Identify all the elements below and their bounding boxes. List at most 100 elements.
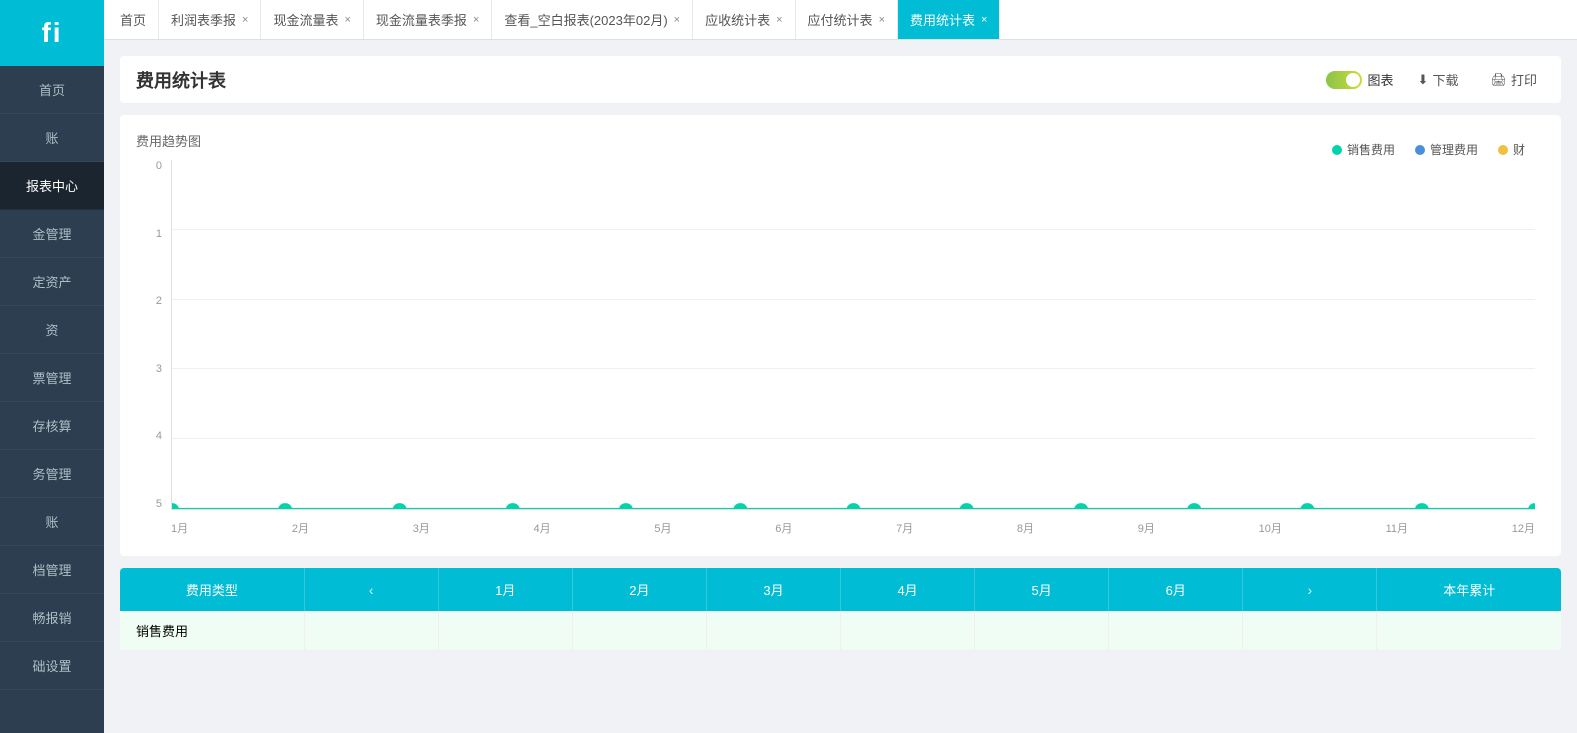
tab-cashflow-quarterly[interactable]: 现金流量表季报 × <box>364 0 492 40</box>
expense-table: 费用类型 ‹ 1月 2月 3月 4月 5月 6月 › 本年累计 销售费用 <box>120 568 1561 651</box>
legend-item-finance: 财 <box>1498 141 1525 158</box>
td-jan-val <box>439 611 573 650</box>
tab-close-icon[interactable]: × <box>674 14 680 26</box>
legend-item-sales: 销售费用 <box>1332 141 1395 158</box>
th-may: 5月 <box>975 568 1109 611</box>
th-type-label: 费用类型 <box>186 580 238 599</box>
x-label-jun: 6月 <box>775 520 792 536</box>
td-jun-val <box>1109 611 1243 650</box>
prev-month-button[interactable]: ‹ <box>369 582 374 598</box>
x-label-nov: 11月 <box>1386 520 1408 536</box>
sidebar-item-invoice[interactable]: 票管理 <box>0 354 104 402</box>
td-year-total-val <box>1377 611 1561 650</box>
x-label-oct: 10月 <box>1259 520 1282 536</box>
download-label: 下载 <box>1432 70 1458 89</box>
td-type-sales: 销售费用 <box>120 611 305 650</box>
sidebar-item-service[interactable]: 务管理 <box>0 450 104 498</box>
sidebar-item-settings[interactable]: 础设置 <box>0 642 104 690</box>
tab-cashflow[interactable]: 现金流量表 × <box>261 0 363 40</box>
legend-dot-admin <box>1415 145 1425 155</box>
tab-receivable[interactable]: 应收统计表 × <box>693 0 795 40</box>
x-label-apr: 4月 <box>534 520 551 536</box>
chart-plot-area <box>171 160 1535 510</box>
main-area: 首页 利润表季报 × 现金流量表 × 现金流量表季报 × 查看_空白报表(202… <box>104 0 1577 733</box>
x-label-may: 5月 <box>654 520 671 536</box>
sidebar-item-assets[interactable]: 定资产 <box>0 258 104 306</box>
tab-payable[interactable]: 应付统计表 × <box>796 0 898 40</box>
chart-container: 5 4 3 2 1 0 <box>136 160 1545 540</box>
tab-expense-stats[interactable]: 费用统计表 × <box>898 0 1000 40</box>
sidebar-item-home[interactable]: 首页 <box>0 66 104 114</box>
tab-close-icon[interactable]: × <box>879 14 885 26</box>
chart-legend: 销售费用 管理费用 财 <box>1332 141 1525 158</box>
sidebar: fi 首页 账 报表中心 金管理 定资产 资 票管理 存核算 务管理 账 档管理… <box>0 0 104 733</box>
y-label-1: 1 <box>136 228 166 240</box>
chart-toggle-wrap[interactable]: 图表 <box>1326 70 1394 89</box>
legend-dot-sales <box>1332 145 1342 155</box>
legend-label-admin: 管理费用 <box>1430 141 1478 158</box>
sidebar-item-inventory[interactable]: 存核算 <box>0 402 104 450</box>
next-month-button[interactable]: › <box>1308 582 1313 598</box>
x-label-aug: 8月 <box>1017 520 1034 536</box>
sidebar-item-account[interactable]: 账 <box>0 114 104 162</box>
tab-profit-quarterly[interactable]: 利润表季报 × <box>159 0 261 40</box>
tab-close-icon[interactable]: × <box>981 14 987 26</box>
tab-close-icon[interactable]: × <box>776 14 782 26</box>
td-nav-prev <box>305 611 439 650</box>
sidebar-item-reports[interactable]: 报表中心 <box>0 162 104 210</box>
th-mar: 3月 <box>707 568 841 611</box>
y-axis: 5 4 3 2 1 0 <box>136 160 166 510</box>
x-label-sep: 9月 <box>1138 520 1155 536</box>
th-jan: 1月 <box>439 568 573 611</box>
y-label-4: 4 <box>136 430 166 442</box>
tab-blank-report[interactable]: 查看_空白报表(2023年02月) × <box>492 0 693 40</box>
x-axis: 1月 2月 3月 4月 5月 6月 7月 8月 9月 10月 11月 12月 <box>171 516 1535 540</box>
sidebar-logo: fi <box>0 0 104 66</box>
content-area: 费用统计表 图表 ⬇ 下载 🖨 打印 费用趋势图 <box>104 40 1577 733</box>
sidebar-item-investment[interactable]: 资 <box>0 306 104 354</box>
y-label-3: 3 <box>136 363 166 375</box>
td-mar-val <box>707 611 841 650</box>
page-title: 费用统计表 <box>136 67 226 93</box>
x-label-jul: 7月 <box>896 520 913 536</box>
legend-label-finance: 财 <box>1513 141 1525 158</box>
tab-close-icon[interactable]: × <box>242 14 248 26</box>
chart-toggle-label: 图表 <box>1368 70 1394 89</box>
page-actions: 图表 ⬇ 下载 🖨 打印 <box>1326 66 1545 93</box>
th-feb: 2月 <box>573 568 707 611</box>
x-label-mar: 3月 <box>413 520 430 536</box>
th-next-button-wrap[interactable]: › <box>1243 568 1377 611</box>
td-apr-val <box>841 611 975 650</box>
sidebar-item-expense[interactable]: 畅报销 <box>0 594 104 642</box>
sidebar-item-fund[interactable]: 金管理 <box>0 210 104 258</box>
tab-close-icon[interactable]: × <box>344 14 350 26</box>
print-label: 打印 <box>1511 70 1537 89</box>
legend-item-admin: 管理费用 <box>1415 141 1478 158</box>
sidebar-item-ledger[interactable]: 账 <box>0 498 104 546</box>
y-label-5: 5 <box>136 498 166 510</box>
sidebar-item-archive[interactable]: 档管理 <box>0 546 104 594</box>
tab-home[interactable]: 首页 <box>108 0 159 40</box>
y-label-0: 0 <box>136 160 166 172</box>
th-apr: 4月 <box>841 568 975 611</box>
chart-toggle[interactable] <box>1326 71 1362 89</box>
print-icon: 🖨 <box>1490 72 1507 88</box>
legend-label-sales: 销售费用 <box>1347 141 1395 158</box>
chart-section: 费用趋势图 销售费用 管理费用 财 <box>120 115 1561 556</box>
td-may-val <box>975 611 1109 650</box>
download-button[interactable]: ⬇ 下载 <box>1410 66 1467 93</box>
chart-inner: 5 4 3 2 1 0 <box>136 160 1545 540</box>
table-header-row: 费用类型 ‹ 1月 2月 3月 4月 5月 6月 › 本年累计 <box>120 568 1561 611</box>
th-expense-type: 费用类型 <box>120 568 305 611</box>
table-row: 销售费用 <box>120 611 1561 651</box>
legend-dot-finance <box>1498 145 1508 155</box>
print-button[interactable]: 🖨 打印 <box>1482 66 1545 93</box>
td-feb-val <box>573 611 707 650</box>
tab-close-icon[interactable]: × <box>473 14 479 26</box>
td-nav-next <box>1243 611 1377 650</box>
th-prev-button-wrap[interactable]: ‹ <box>305 568 439 611</box>
chart-svg <box>172 160 1535 509</box>
y-label-2: 2 <box>136 295 166 307</box>
x-label-jan: 1月 <box>171 520 188 536</box>
x-label-feb: 2月 <box>292 520 309 536</box>
